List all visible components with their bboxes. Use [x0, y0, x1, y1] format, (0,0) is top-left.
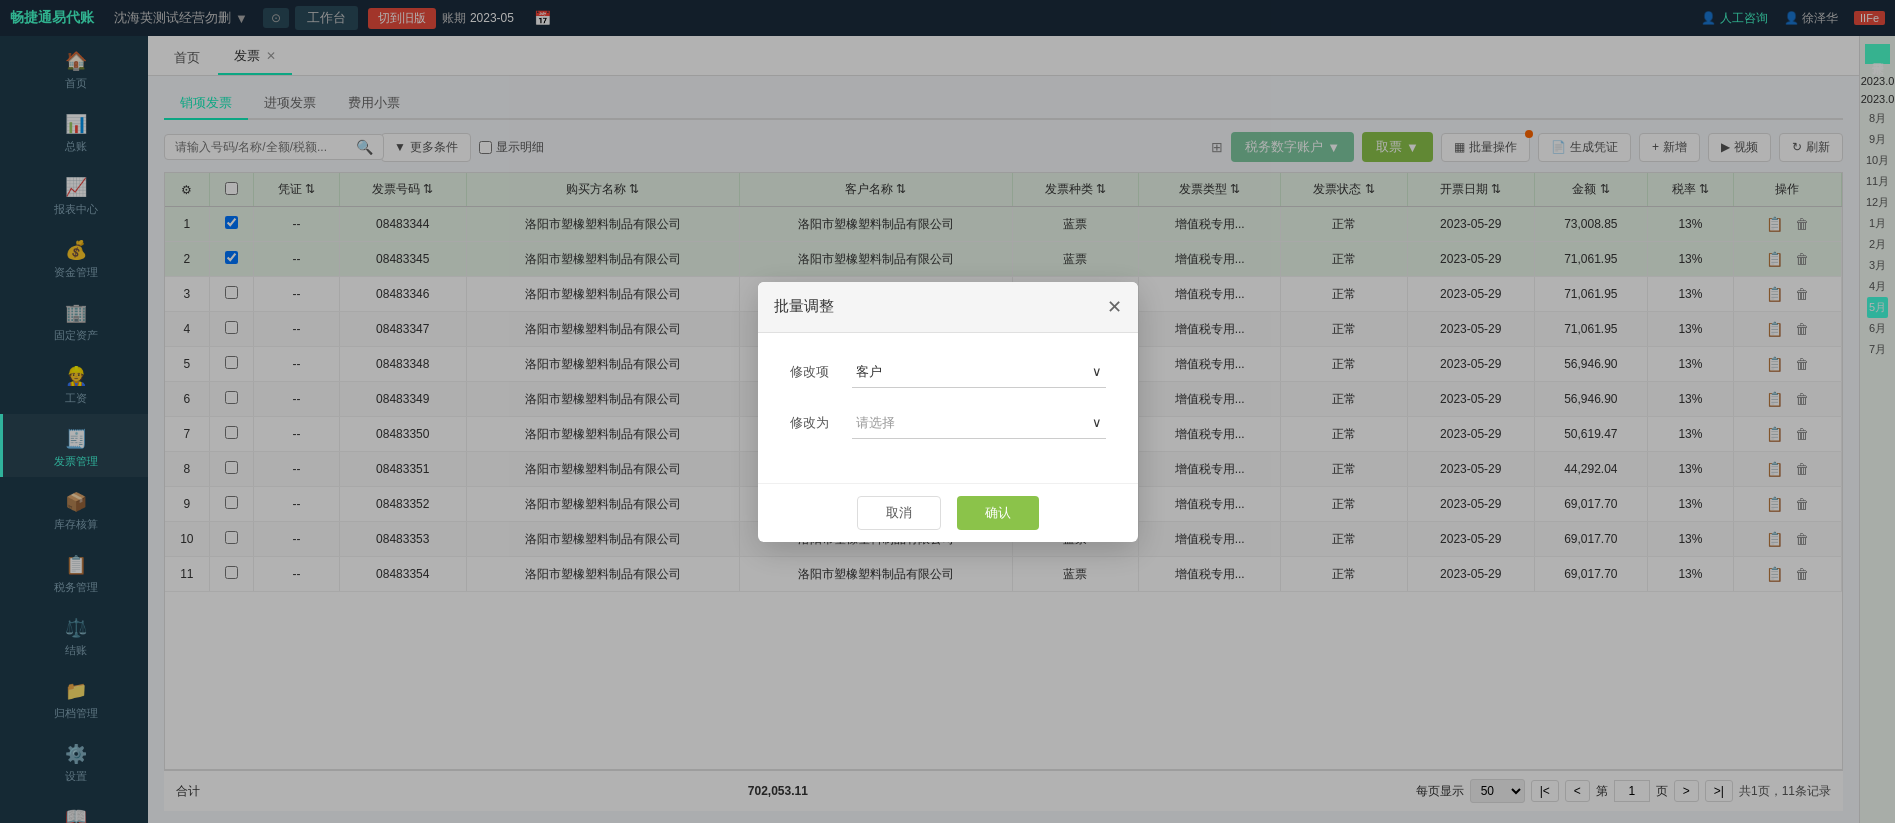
modal-header: 批量调整 ✕ [758, 282, 1138, 333]
modal-field-value: 客户 [856, 363, 882, 381]
modal-title: 批量调整 [774, 297, 834, 316]
modal-confirm-btn[interactable]: 确认 [957, 496, 1039, 530]
modal-value-select[interactable]: 请选择 ∨ [852, 408, 1106, 439]
modal-value-placeholder: 请选择 [856, 414, 895, 432]
modal-field-select[interactable]: 客户 ∨ [852, 357, 1106, 388]
batch-adjust-modal: 批量调整 ✕ 修改项 客户 ∨ 修改为 请选择 ∨ 取消 确认 [758, 282, 1138, 542]
modal-field-row: 修改项 客户 ∨ [790, 357, 1106, 388]
modal-field-label: 修改项 [790, 363, 840, 381]
modal-cancel-btn[interactable]: 取消 [857, 496, 941, 530]
modal-value-label: 修改为 [790, 414, 840, 432]
chevron-down-field-icon: ∨ [1092, 364, 1102, 379]
modal-footer: 取消 确认 [758, 483, 1138, 542]
chevron-down-value-icon: ∨ [1092, 415, 1102, 430]
modal-overlay: 批量调整 ✕ 修改项 客户 ∨ 修改为 请选择 ∨ 取消 确认 [0, 0, 1895, 823]
modal-body: 修改项 客户 ∨ 修改为 请选择 ∨ [758, 333, 1138, 483]
modal-close-btn[interactable]: ✕ [1107, 296, 1122, 318]
modal-value-row: 修改为 请选择 ∨ [790, 408, 1106, 439]
